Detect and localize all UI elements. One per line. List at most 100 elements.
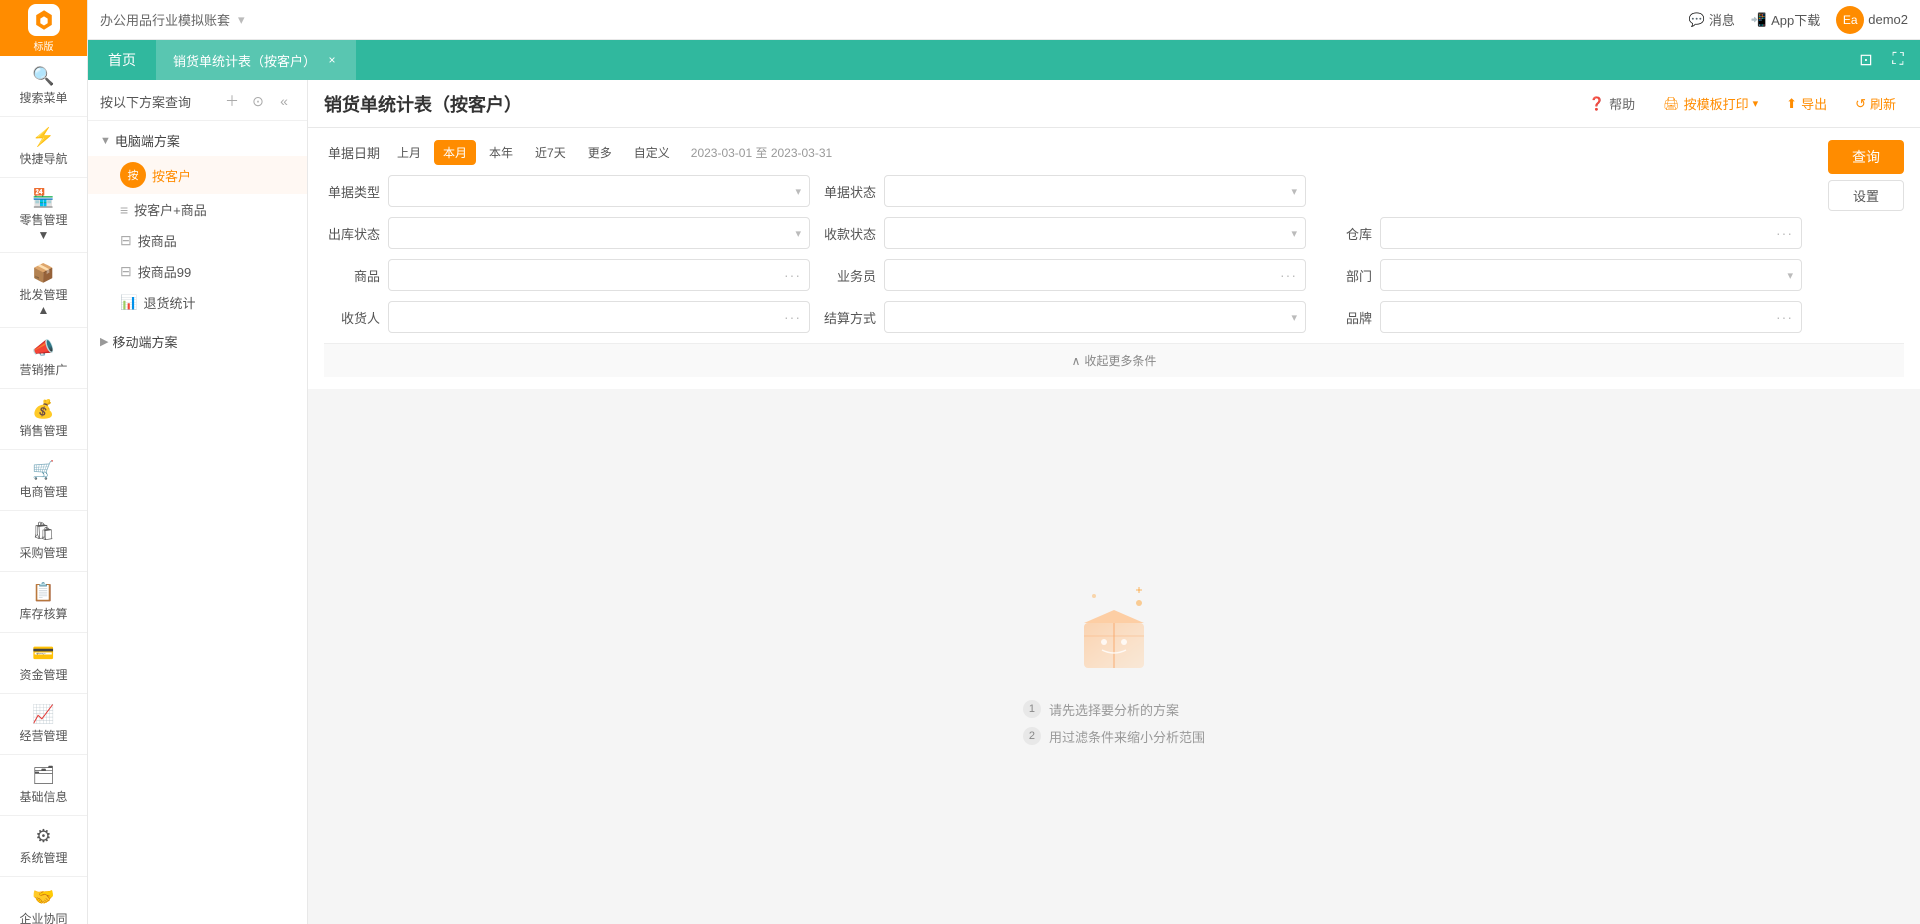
salesperson-label: 业务员 <box>820 266 876 285</box>
left-panel-settings-button[interactable]: ⊙ <box>247 90 269 112</box>
doctype-control[interactable]: ▾ <box>388 175 810 207</box>
warehouse-dots: ··· <box>1776 225 1793 241</box>
main-area: 办公用品行业模拟账套 ▾ 💬 消息 📲 App下载 Ea demo2 首页 <box>88 0 1920 924</box>
left-panel-header: 按以下方案查询 ＋ ⊙ « <box>88 80 307 121</box>
tree-chevron-mobile: ▶ <box>100 335 108 348</box>
refresh-icon: ↺ <box>1855 96 1866 112</box>
logo-icon <box>28 4 60 36</box>
sidebar-item-ecommerce[interactable]: 🛒 电商管理 <box>0 450 87 511</box>
docstatus-control[interactable]: ▾ <box>884 175 1306 207</box>
stockstatus-arrow: ▾ <box>795 227 801 240</box>
collapse-bar[interactable]: ∧ 收起更多条件 <box>324 343 1904 377</box>
topbar-dropdown-icon[interactable]: ▾ <box>238 12 245 28</box>
stockstatus-label: 出库状态 <box>324 224 380 243</box>
basic-icon: 🗂 <box>32 765 55 786</box>
sidebar-item-search[interactable]: 🔍 搜索菜单 <box>0 56 87 117</box>
receiver-label: 收货人 <box>324 308 380 327</box>
settlement-arrow: ▾ <box>1291 311 1297 324</box>
tree-child-by-goods-99[interactable]: ⊟ 按商品99 <box>88 256 307 287</box>
department-label: 部门 <box>1316 266 1372 285</box>
tree-chevron-desktop: ▼ <box>100 135 111 147</box>
content: 按以下方案查询 ＋ ⊙ « ▼ 电脑端方案 按 按客户 ≡ 按客 <box>88 80 1920 924</box>
department-control[interactable]: ▾ <box>1380 259 1802 291</box>
filter-item-brand: 品牌 ··· <box>1316 301 1802 333</box>
tip-num-1: 1 <box>1023 700 1041 718</box>
left-panel-add-button[interactable]: ＋ <box>221 90 243 112</box>
help-button[interactable]: ❓ 帮助 <box>1581 90 1643 117</box>
retail-icon: 🏪 <box>32 188 54 209</box>
operations-icon: 📈 <box>32 704 54 725</box>
filter-area: 单据日期 上月 本月 本年 近7天 更多 自定义 2023-03-01 至 20… <box>308 128 1920 389</box>
brand-control[interactable]: ··· <box>1380 301 1802 333</box>
tree-parent-desktop[interactable]: ▼ 电脑端方案 <box>88 125 307 156</box>
tree-group-mobile: ▶ 移动端方案 <box>88 322 307 361</box>
sidebar-item-wholesale[interactable]: 📦 批发管理 ▲ <box>0 253 87 328</box>
stockstatus-control[interactable]: ▾ <box>388 217 810 249</box>
page-title: 销货单统计表（按客户） <box>324 91 522 117</box>
date-btn-custom[interactable]: 自定义 <box>625 140 679 165</box>
empty-state: 1 请先选择要分析的方案 2 用过滤条件来缩小分析范围 <box>308 389 1920 924</box>
sidebar-item-purchase[interactable]: 🛍 采购管理 <box>0 511 87 572</box>
refresh-button[interactable]: ↺ 刷新 <box>1847 90 1904 117</box>
salesperson-control[interactable]: ··· <box>884 259 1306 291</box>
sidebar-item-shortcut[interactable]: ⚡ 快捷导航 <box>0 117 87 178</box>
settings-button[interactable]: 设置 <box>1828 180 1904 211</box>
date-shortcuts: 上月 本月 本年 近7天 更多 自定义 <box>388 140 679 165</box>
sidebar-item-sales[interactable]: 💰 销售管理 <box>0 389 87 450</box>
by-goods-icon: ⊟ <box>120 232 132 249</box>
tree-child-by-goods[interactable]: ⊟ 按商品 <box>88 225 307 256</box>
topbar-user[interactable]: Ea demo2 <box>1836 6 1908 34</box>
filter-item-paymentstatus: 收款状态 ▾ <box>820 217 1306 249</box>
warehouse-label: 仓库 <box>1316 224 1372 243</box>
tab-maximize-button[interactable]: ⛶ <box>1884 46 1912 74</box>
tree-child-by-customer[interactable]: 按 按客户 <box>88 156 307 194</box>
settlement-control[interactable]: ▾ <box>884 301 1306 333</box>
docstatus-label: 单据状态 <box>820 182 876 201</box>
export-button[interactable]: ⬆ 导出 <box>1778 90 1835 117</box>
filter-item-warehouse: 仓库 ··· <box>1316 217 1802 249</box>
page-header-actions: ❓ 帮助 🖨 按模板打印 ▾ ⬆ 导出 ↺ <box>1581 90 1904 117</box>
topbar-app-download[interactable]: 📲 App下载 <box>1751 10 1820 29</box>
sidebar-item-enterprise[interactable]: 🤝 企业协同 <box>0 877 87 924</box>
export-icon: ⬆ <box>1786 96 1797 112</box>
tab-close-button[interactable]: × <box>324 52 340 68</box>
app-download-icon: 📲 <box>1751 12 1767 28</box>
date-btn-more[interactable]: 更多 <box>579 140 621 165</box>
date-btn-7days[interactable]: 近7天 <box>526 140 575 165</box>
goods-control[interactable]: ··· <box>388 259 810 291</box>
sidebar-item-operations[interactable]: 📈 经营管理 <box>0 694 87 755</box>
sidebar-item-retail[interactable]: 🏪 零售管理 ▼ <box>0 178 87 253</box>
topbar-message[interactable]: 💬 消息 <box>1689 10 1735 29</box>
print-button[interactable]: 🖨 按模板打印 ▾ <box>1655 90 1766 117</box>
sidebar-item-system[interactable]: ⚙ 系统管理 <box>0 816 87 877</box>
receiver-control[interactable]: ··· <box>388 301 810 333</box>
filter-item-doctype: 单据类型 ▾ <box>324 175 810 207</box>
date-btn-last-month[interactable]: 上月 <box>388 140 430 165</box>
tree-child-return-stats[interactable]: 📊 退货统计 <box>88 287 307 318</box>
sidebar: 标版 🔍 搜索菜单 ⚡ 快捷导航 🏪 零售管理 ▼ 📦 批发管理 ▲ 📣 营销推… <box>0 0 88 924</box>
filter-item-salesperson: 业务员 ··· <box>820 259 1306 291</box>
print-dropdown-icon: ▾ <box>1753 97 1759 110</box>
warehouse-control[interactable]: ··· <box>1380 217 1802 249</box>
goods-label: 商品 <box>324 266 380 285</box>
collapse-icon: ∧ <box>1072 354 1081 368</box>
paymentstatus-control[interactable]: ▾ <box>884 217 1306 249</box>
tree-child-customer-goods[interactable]: ≡ 按客户+商品 <box>88 194 307 225</box>
date-range-display: 2023-03-01 至 2023-03-31 <box>691 144 832 161</box>
brand-label: 品牌 <box>1316 308 1372 327</box>
sidebar-item-inventory[interactable]: 📋 库存核算 <box>0 572 87 633</box>
sidebar-item-finance[interactable]: 💳 资金管理 <box>0 633 87 694</box>
date-btn-this-month[interactable]: 本月 <box>434 140 476 165</box>
tab-restore-button[interactable]: ⊡ <box>1852 46 1880 74</box>
tab-home[interactable]: 首页 <box>88 40 157 80</box>
query-button[interactable]: 查询 <box>1828 140 1904 174</box>
left-panel-collapse-button[interactable]: « <box>273 90 295 112</box>
left-panel-icons: ＋ ⊙ « <box>221 90 295 112</box>
date-btn-this-year[interactable]: 本年 <box>480 140 522 165</box>
sidebar-item-basic[interactable]: 🗂 基础信息 <box>0 755 87 816</box>
sidebar-item-marketing[interactable]: 📣 营销推广 <box>0 328 87 389</box>
doctype-label: 单据类型 <box>324 182 380 201</box>
tree-parent-mobile[interactable]: ▶ 移动端方案 <box>88 326 307 357</box>
ecommerce-icon: 🛒 <box>32 460 54 481</box>
tab-active[interactable]: 销货单统计表（按客户） × <box>157 40 356 80</box>
